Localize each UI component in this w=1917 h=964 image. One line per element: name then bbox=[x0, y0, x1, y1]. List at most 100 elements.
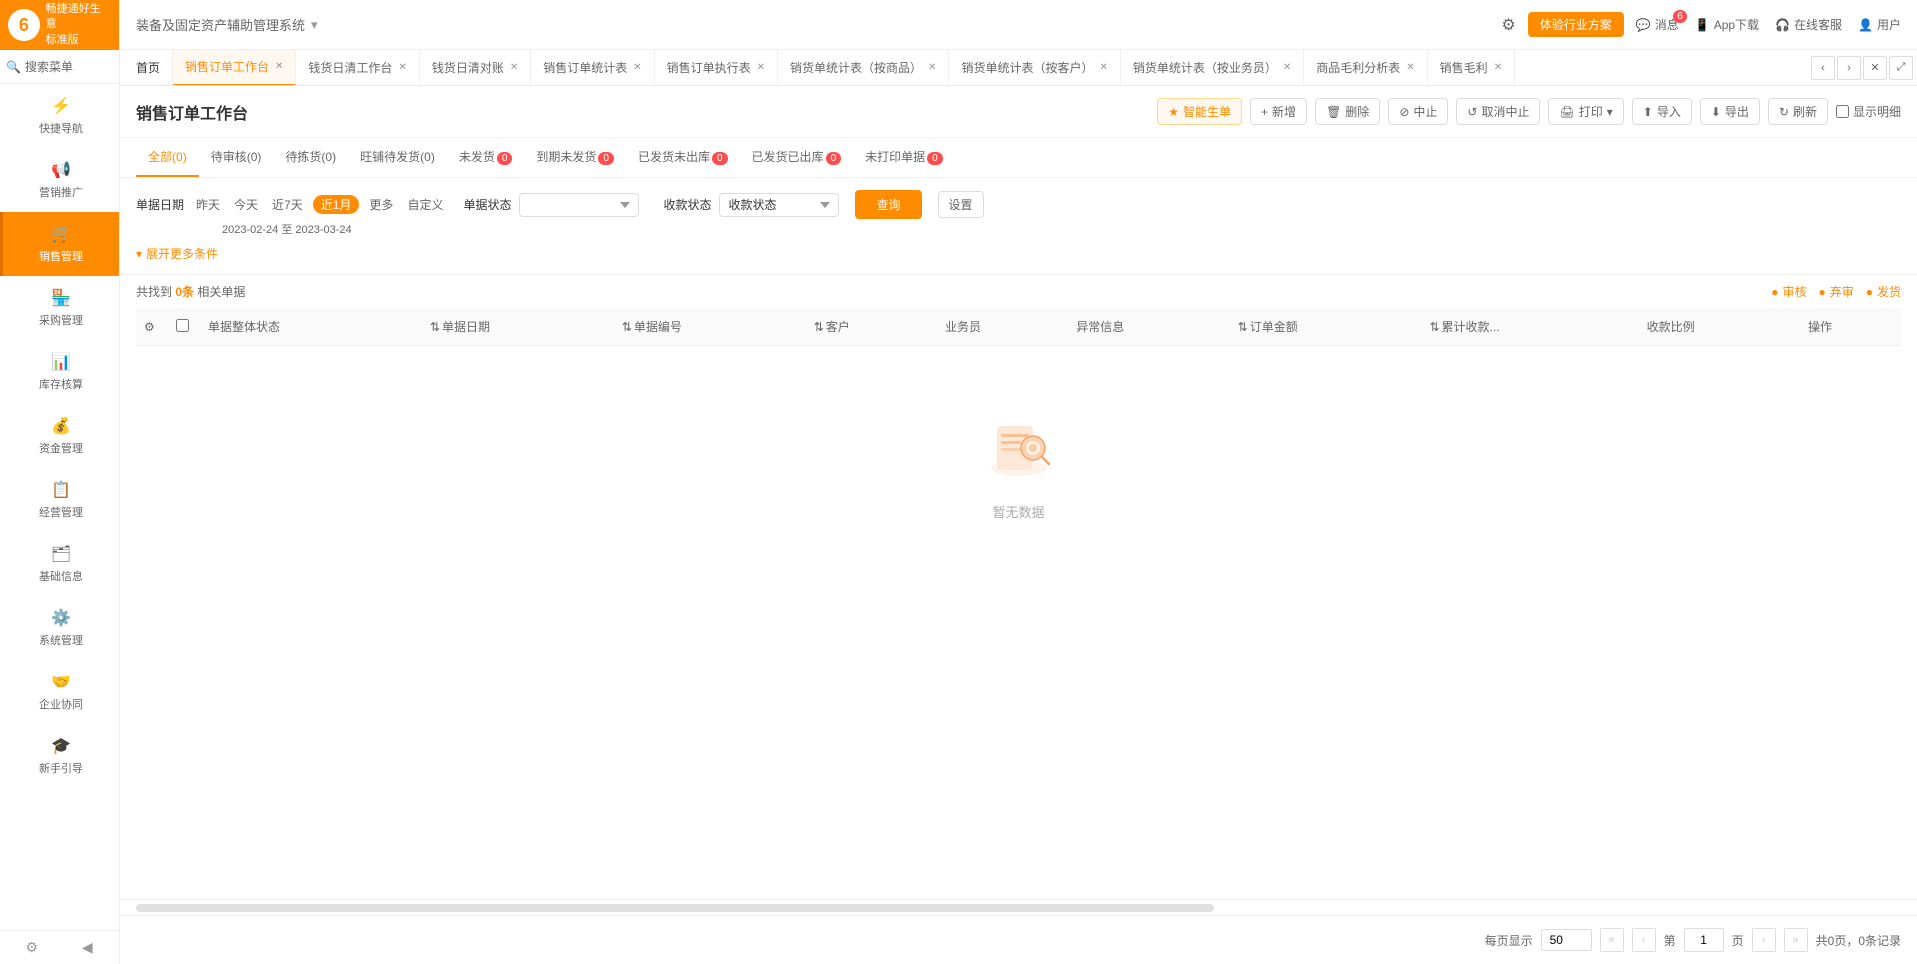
status-select[interactable] bbox=[519, 193, 639, 217]
tab-prev-btn[interactable]: ‹ bbox=[1811, 56, 1835, 80]
tab-close-sales-workbench[interactable]: ✕ bbox=[275, 61, 283, 72]
tab-cash-reconcile-label: 钱货日清对账 bbox=[432, 59, 504, 76]
sub-tab-shipped-out[interactable]: 已发货已出库0 bbox=[740, 138, 854, 177]
col-settings[interactable]: ⚙ bbox=[136, 308, 168, 346]
tab-cash-reconcile[interactable]: 钱货日清对账 ✕ bbox=[420, 50, 531, 86]
tab-gross-profit[interactable]: 商品毛利分析表 ✕ bbox=[1304, 50, 1427, 86]
refresh-btn[interactable]: ↻ 刷新 bbox=[1768, 98, 1828, 125]
sidebar-item-newbie[interactable]: 🎓 新手引导 bbox=[0, 724, 119, 788]
date-today[interactable]: 今天 bbox=[230, 194, 262, 215]
sidebar-search[interactable]: 🔍 搜索菜单 bbox=[0, 50, 119, 84]
sidebar-item-quick-nav[interactable]: ⚡ 快捷导航 bbox=[0, 84, 119, 148]
print-btn[interactable]: 🖨 打印 ▾ bbox=[1548, 98, 1623, 125]
col-customer: ⇅ 客户 bbox=[806, 308, 937, 346]
sub-tab-wangpu[interactable]: 旺铺待发货(0) bbox=[348, 138, 447, 177]
tab-sales-by-product-label: 销货单统计表（按商品） bbox=[790, 59, 922, 76]
tab-close-sales-exec[interactable]: ✕ bbox=[757, 62, 765, 73]
logo-text: 畅捷通好生意 标准版 bbox=[46, 2, 111, 48]
plus-icon: + bbox=[1261, 105, 1268, 119]
tab-sales-workbench[interactable]: 销售订单工作台 ✕ bbox=[173, 50, 296, 86]
sub-tab-pending-pickup[interactable]: 待拣货(0) bbox=[273, 138, 348, 177]
tab-close-all-btn[interactable]: ✕ bbox=[1863, 56, 1887, 80]
tab-sales-exec[interactable]: 销售订单执行表 ✕ bbox=[655, 50, 778, 86]
tab-sales-by-product[interactable]: 销货单统计表（按商品） ✕ bbox=[778, 50, 949, 86]
tab-home[interactable]: 首页 bbox=[124, 50, 173, 86]
import-btn[interactable]: ⬆ 导入 bbox=[1632, 98, 1692, 125]
date-custom[interactable]: 自定义 bbox=[403, 194, 447, 215]
tab-cash-daily[interactable]: 钱货日清工作台 ✕ bbox=[296, 50, 419, 86]
sub-tab-shipped-not-out[interactable]: 已发货未出库0 bbox=[626, 138, 740, 177]
sidebar-item-basic[interactable]: 🗂 基础信息 bbox=[0, 532, 119, 596]
user-action[interactable]: 👤 用户 bbox=[1858, 16, 1901, 33]
delete-btn[interactable]: 🗑 删除 bbox=[1315, 98, 1380, 125]
sub-tab-overdue[interactable]: 到期未发货0 bbox=[524, 138, 626, 177]
sort-icon: ⇅ bbox=[430, 320, 440, 334]
set-filter-btn[interactable]: 设置 bbox=[938, 191, 984, 218]
add-btn[interactable]: + 新增 bbox=[1250, 98, 1307, 125]
sidebar-item-system[interactable]: ⚙️ 系统管理 bbox=[0, 596, 119, 660]
sub-tab-not-shipped[interactable]: 未发货0 bbox=[447, 138, 525, 177]
settings-btn[interactable]: ⚙ bbox=[8, 939, 56, 956]
dropdown-arrow-icon: ▾ bbox=[311, 17, 318, 33]
page-size-select[interactable]: 50 10 20 100 bbox=[1541, 929, 1592, 951]
cancel-review-action[interactable]: ● 弃审 bbox=[1818, 283, 1853, 300]
page-number-input[interactable] bbox=[1684, 928, 1724, 952]
sidebar-item-operations[interactable]: 📋 经营管理 bbox=[0, 468, 119, 532]
sub-tab-all[interactable]: 全部(0) bbox=[136, 138, 199, 177]
export-btn[interactable]: ⬇ 导出 bbox=[1700, 98, 1760, 125]
tab-sales-by-customer[interactable]: 销货单统计表（按客户） ✕ bbox=[949, 50, 1120, 86]
horizontal-scrollbar[interactable] bbox=[136, 904, 1214, 912]
app-download-action[interactable]: 📱 App下载 bbox=[1695, 16, 1759, 33]
date-7days[interactable]: 近7天 bbox=[268, 194, 307, 215]
tab-close-sales-profit[interactable]: ✕ bbox=[1494, 62, 1502, 73]
industry-btn[interactable]: 体验行业方案 bbox=[1528, 12, 1624, 37]
scrollbar-area bbox=[120, 899, 1917, 915]
tab-sales-by-staff[interactable]: 销货单统计表（按业务员） ✕ bbox=[1121, 50, 1304, 86]
expand-more-btn[interactable]: ▾ 展开更多条件 bbox=[136, 245, 1901, 262]
tab-sales-profit[interactable]: 销售毛利 ✕ bbox=[1428, 50, 1515, 86]
page-last-btn[interactable]: » bbox=[1784, 928, 1808, 952]
ship-action[interactable]: ● 发货 bbox=[1866, 283, 1901, 300]
payment-select[interactable]: 收款状态 bbox=[719, 193, 839, 217]
sub-tab-pending-review[interactable]: 待审核(0) bbox=[199, 138, 274, 177]
main-area: 装备及固定资产辅助管理系统 ▾ ⚙ 体验行业方案 💬 消息 6 📱 App下载 … bbox=[120, 0, 1917, 964]
sidebar-item-purchase[interactable]: 🏪 采购管理 bbox=[0, 276, 119, 340]
date-1month[interactable]: 近1月 bbox=[313, 195, 360, 214]
select-all-checkbox[interactable] bbox=[176, 319, 189, 332]
review-action[interactable]: ● 审核 bbox=[1771, 283, 1806, 300]
tab-close-sales-by-product[interactable]: ✕ bbox=[928, 62, 936, 73]
tab-sales-stats[interactable]: 销售订单统计表 ✕ bbox=[531, 50, 654, 86]
col-checkbox[interactable] bbox=[168, 308, 200, 346]
sidebar-item-finance[interactable]: 💰 资金管理 bbox=[0, 404, 119, 468]
page-prev-btn[interactable]: ‹ bbox=[1632, 928, 1656, 952]
show-detail-label[interactable]: 显示明细 bbox=[1836, 103, 1901, 120]
sidebar-item-sales[interactable]: 🛒 销售管理 bbox=[0, 212, 119, 276]
tab-close-cash-daily[interactable]: ✕ bbox=[398, 62, 406, 73]
query-btn[interactable]: 查询 bbox=[855, 190, 921, 219]
tab-close-sales-stats[interactable]: ✕ bbox=[633, 62, 641, 73]
tab-close-gross-profit[interactable]: ✕ bbox=[1406, 62, 1414, 73]
sidebar-item-inventory[interactable]: 📊 库存核算 bbox=[0, 340, 119, 404]
tab-close-sales-by-customer[interactable]: ✕ bbox=[1099, 62, 1107, 73]
show-detail-checkbox[interactable] bbox=[1836, 105, 1849, 118]
smart-create-btn[interactable]: ★ 智能生单 bbox=[1157, 98, 1242, 125]
collapse-btn[interactable]: ◀ bbox=[64, 939, 112, 956]
sidebar-item-enterprise[interactable]: 🤝 企业协同 bbox=[0, 660, 119, 724]
tab-next-btn[interactable]: › bbox=[1837, 56, 1861, 80]
tab-close-sales-by-staff[interactable]: ✕ bbox=[1283, 62, 1291, 73]
result-count: 共找到 0条 相关单据 bbox=[136, 283, 245, 300]
stop-btn[interactable]: ⊘ 中止 bbox=[1388, 98, 1448, 125]
date-more[interactable]: 更多 bbox=[365, 194, 397, 215]
date-yesterday[interactable]: 昨天 bbox=[192, 194, 224, 215]
tab-close-cash-reconcile[interactable]: ✕ bbox=[510, 62, 518, 73]
sidebar-item-marketing[interactable]: 📢 营销推广 bbox=[0, 148, 119, 212]
online-service-action[interactable]: 🎧 在线客服 bbox=[1775, 16, 1842, 33]
gear-icon[interactable]: ⚙ bbox=[1501, 15, 1515, 35]
cancel-stop-btn[interactable]: ↺ 取消中止 bbox=[1456, 98, 1540, 125]
sub-tab-not-printed[interactable]: 未打印单据0 bbox=[853, 138, 955, 177]
tab-maximize-btn[interactable]: ⤢ bbox=[1889, 56, 1913, 80]
page-next-btn[interactable]: › bbox=[1752, 928, 1776, 952]
message-action[interactable]: 💬 消息 6 bbox=[1636, 16, 1679, 33]
cancel-stop-icon: ↺ bbox=[1467, 105, 1477, 119]
page-first-btn[interactable]: « bbox=[1600, 928, 1624, 952]
